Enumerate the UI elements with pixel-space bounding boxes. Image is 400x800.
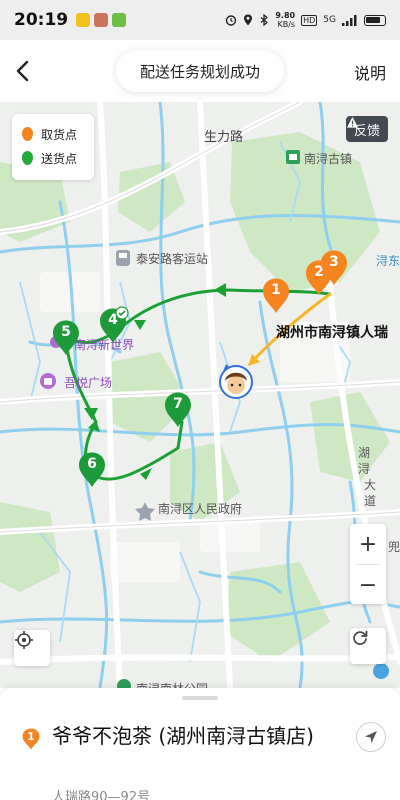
government-icon	[135, 502, 155, 521]
legend-pickup-label: 取货点	[41, 127, 78, 142]
courier-marker	[219, 364, 253, 399]
alarm-icon	[226, 15, 237, 26]
signal-type: 5G	[323, 15, 336, 25]
check-icon	[115, 306, 129, 320]
legend-dropoff-label: 送货点	[41, 151, 78, 166]
poi-label: 南浔古镇	[304, 152, 353, 166]
pickup-marker[interactable]: 3	[320, 250, 348, 286]
notification-icons	[76, 13, 127, 27]
destination-label: 湖州市南浔镇人瑞	[276, 325, 388, 341]
bluetooth-icon	[260, 14, 269, 26]
map-canvas	[0, 102, 400, 688]
legend-pickup: 取货点	[22, 122, 84, 146]
success-banner: 配送任务规划成功	[116, 50, 284, 92]
stop-pin: 1	[22, 728, 40, 750]
poi-label: 泰安路客运站	[136, 252, 209, 266]
network-speed-unit: KB/s	[277, 20, 296, 29]
poi-label: 兜	[388, 540, 400, 554]
dropoff-marker-number: 7	[173, 396, 183, 412]
sheet-drag-handle[interactable]	[182, 696, 218, 700]
hd-badge: HD	[301, 14, 318, 26]
dropoff-marker[interactable]: 5	[52, 320, 80, 356]
zoom-in-button[interactable]: +	[350, 524, 386, 564]
poi-label: 南浔区人民政府	[158, 502, 243, 516]
navigation-arrow-icon	[365, 731, 377, 743]
scenic-spot-icon	[286, 150, 300, 164]
chevron-left-icon	[16, 60, 29, 82]
header: 配送任务规划成功 说明	[0, 40, 400, 102]
pickup-marker-number: 1	[271, 282, 281, 298]
zoom-controls: + −	[350, 524, 386, 604]
stop-number: 1	[27, 730, 35, 743]
poi-label: 吾悦广场	[64, 376, 113, 390]
pickup-marker[interactable]: 1	[262, 278, 290, 314]
stop-address: 人瑞路90—92号	[52, 790, 151, 800]
shopping-icon	[40, 373, 56, 389]
notification-app-icon	[76, 13, 91, 27]
dropoff-marker[interactable]: 6	[78, 452, 106, 488]
pickup-pin-icon	[22, 127, 33, 141]
network-speed: 9.80 KB/s	[275, 11, 295, 29]
bus-station-icon	[116, 250, 130, 266]
crosshair-icon	[15, 631, 33, 649]
dropoff-marker[interactable]: 4	[99, 306, 129, 344]
pickup-marker-number: 3	[329, 254, 339, 270]
poi-icon	[373, 663, 389, 679]
location-icon	[244, 14, 253, 26]
zoom-out-button[interactable]: −	[350, 565, 386, 605]
feedback-button[interactable]: 反馈	[345, 116, 388, 142]
navigate-button[interactable]	[356, 722, 386, 752]
route-map[interactable]: 生力路 南浔古镇 泰安路客运站 浔东 湖州市南浔镇人瑞 南浔新世界 吾悦广场 湖…	[0, 102, 400, 688]
map-legend: 取货点 送货点	[12, 114, 94, 180]
locate-button[interactable]	[14, 630, 50, 666]
signal-strength-icon	[342, 14, 357, 26]
road-label: 湖	[358, 446, 371, 460]
notification-avatar-icon	[94, 13, 109, 27]
road-label: 大	[364, 478, 377, 492]
stop-title: 爷爷不泡茶 (湖州南浔古镇店)	[52, 724, 314, 748]
status-indicators: 9.80 KB/s HD 5G	[225, 11, 386, 29]
refresh-button[interactable]	[350, 628, 386, 664]
notification-app-icon	[112, 13, 127, 27]
dropoff-pin-icon	[22, 151, 33, 165]
help-button[interactable]: 说明	[354, 60, 386, 84]
road-label: 浔	[358, 462, 371, 476]
dropoff-marker[interactable]: 7	[164, 392, 192, 428]
network-speed-value: 9.80	[275, 11, 296, 20]
dropoff-marker-number: 5	[61, 324, 71, 340]
stop-detail-sheet[interactable]: 1 爷爷不泡茶 (湖州南浔古镇店) 人瑞路90—92号	[0, 688, 400, 800]
refresh-icon	[353, 630, 368, 645]
poi-label: 浔东	[376, 254, 400, 268]
road-label: 生力路	[204, 130, 244, 145]
back-button[interactable]	[10, 56, 38, 86]
warning-icon	[346, 116, 359, 128]
battery-icon	[364, 14, 386, 26]
dropoff-marker-number: 6	[87, 456, 97, 472]
poi-label: 南浔南林公园	[136, 680, 208, 688]
status-bar: 20:19 9.80 KB/s HD 5G	[0, 0, 400, 40]
legend-dropoff: 送货点	[22, 146, 84, 170]
status-time: 20:19	[14, 10, 69, 30]
road-label: 道	[364, 494, 377, 508]
